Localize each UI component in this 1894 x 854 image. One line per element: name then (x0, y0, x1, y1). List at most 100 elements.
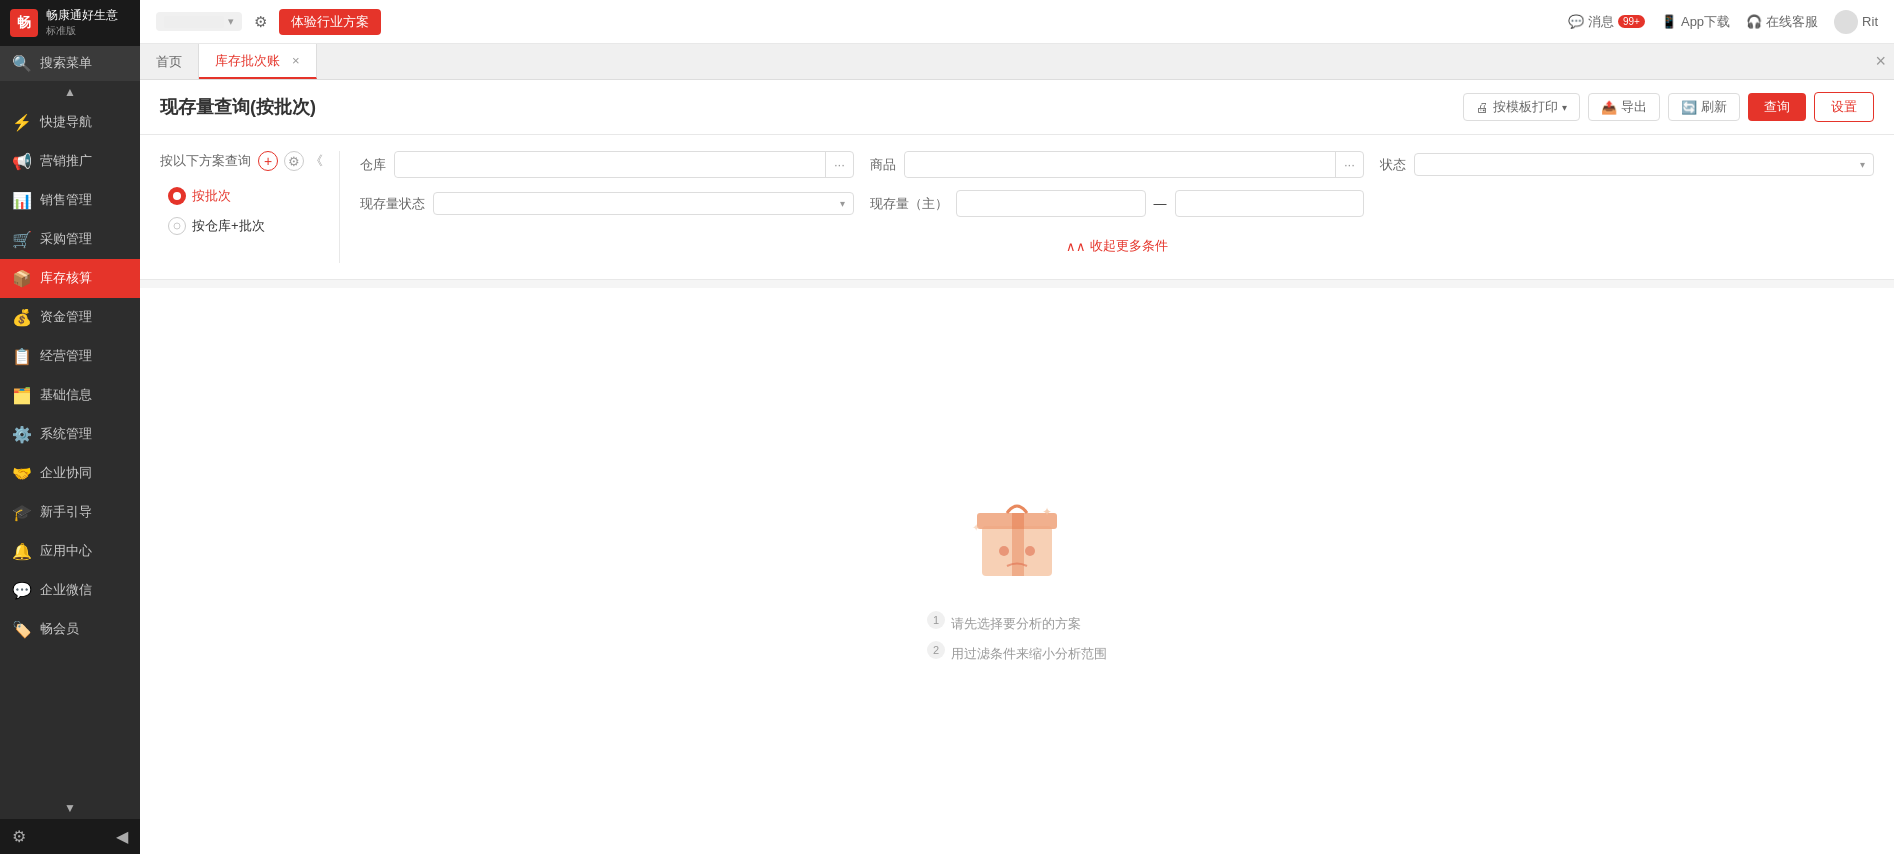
appstore-icon: 🔔 (12, 542, 32, 561)
sidebar-item-sales[interactable]: 📊 销售管理 (0, 181, 140, 220)
scheme-warehouse-batch-icon (168, 217, 186, 235)
online-service-label: 在线客服 (1766, 13, 1818, 31)
download-icon: 📱 (1661, 14, 1677, 29)
sidebar-settings-icon[interactable]: ⚙ (12, 827, 26, 846)
sidebar-scroll-down[interactable]: ▼ (0, 797, 140, 819)
sidebar-item-label: 销售管理 (40, 191, 92, 209)
status-select[interactable]: ▾ (1414, 153, 1874, 176)
scheme-settings-button[interactable]: ⚙ (284, 151, 304, 171)
refresh-button[interactable]: 🔄 刷新 (1668, 93, 1740, 121)
stock-status-label: 现存量状态 (360, 195, 425, 213)
svg-rect-5 (1012, 529, 1024, 576)
sidebar-item-quick[interactable]: ⚡ 快捷导航 (0, 103, 140, 142)
chevron-up-icon: ∧∧ (1066, 239, 1086, 254)
finance-icon: 💰 (12, 308, 32, 327)
topbar-left: ▾ ⚙ 体验行业方案 (156, 9, 381, 35)
stock-quantity-min[interactable] (956, 190, 1146, 217)
collapse-label: 收起更多条件 (1090, 237, 1168, 255)
filter-scheme-title: 按以下方案查询 + ⚙ 《 (160, 151, 323, 171)
breadcrumb-dropdown-icon[interactable]: ▾ (228, 15, 234, 28)
scheme-batch-icon (168, 187, 186, 205)
sidebar-item-wechat[interactable]: 💬 企业微信 (0, 571, 140, 610)
experience-button[interactable]: 体验行业方案 (279, 9, 381, 35)
add-scheme-button[interactable]: + (258, 151, 278, 171)
scheme-batch-label: 按批次 (192, 187, 231, 205)
sidebar-collapse-icon[interactable]: ◀ (116, 827, 128, 846)
topbar-settings-icon[interactable]: ⚙ (254, 13, 267, 31)
print-button[interactable]: 🖨 按模板打印 ▾ (1463, 93, 1580, 121)
page-close-button[interactable]: × (1875, 51, 1886, 72)
sidebar-item-enterprise[interactable]: 🤝 企业协同 (0, 454, 140, 493)
stock-status-arrow: ▾ (840, 198, 845, 209)
tip-num-1: 1 (927, 611, 945, 629)
message-button[interactable]: 💬 消息 99+ (1568, 13, 1645, 31)
goods-input[interactable] (905, 152, 1335, 177)
sidebar-item-operation[interactable]: 📋 经营管理 (0, 337, 140, 376)
sidebar-item-label: 营销推广 (40, 152, 92, 170)
warehouse-input[interactable] (395, 152, 825, 177)
app-subtitle: 标准版 (46, 24, 118, 38)
goods-input-wrapper: ··· (904, 151, 1364, 178)
sidebar-item-inventory[interactable]: 📦 库存核算 (0, 259, 140, 298)
operation-icon: 📋 (12, 347, 32, 366)
sidebar-item-basic[interactable]: 🗂️ 基础信息 (0, 376, 140, 415)
user-name: Rit (1862, 14, 1878, 29)
collapse-button[interactable]: ∧∧ 收起更多条件 (360, 229, 1874, 263)
filter-row-2: 现存量状态 ▾ 现存量（主） — (360, 190, 1874, 217)
member-icon: 🏷️ (12, 620, 32, 639)
query-button[interactable]: 查询 (1748, 93, 1806, 121)
status-label: 状态 (1380, 156, 1406, 174)
scheme-option-batch[interactable]: 按批次 (160, 181, 323, 211)
svg-point-1 (174, 223, 180, 229)
warehouse-input-wrapper: ··· (394, 151, 854, 178)
user-avatar-area[interactable]: Rit (1834, 10, 1878, 34)
sidebar-item-label: 畅会员 (40, 620, 79, 638)
sidebar-search[interactable]: 🔍 搜索菜单 (0, 46, 140, 81)
sidebar-item-label: 快捷导航 (40, 113, 92, 131)
sidebar-item-member[interactable]: 🏷️ 畅会员 (0, 610, 140, 649)
sidebar-item-label: 企业微信 (40, 581, 92, 599)
svg-point-6 (999, 546, 1009, 556)
sidebar-item-label: 资金管理 (40, 308, 92, 326)
topbar: ▾ ⚙ 体验行业方案 💬 消息 99+ 📱 App下载 🎧 在线客服 Rit (140, 0, 1894, 44)
settings-button[interactable]: 设置 (1814, 92, 1874, 122)
sidebar-item-label: 经营管理 (40, 347, 92, 365)
main-area: ▾ ⚙ 体验行业方案 💬 消息 99+ 📱 App下载 🎧 在线客服 Rit (140, 0, 1894, 854)
tab-home[interactable]: 首页 (140, 44, 199, 79)
topbar-breadcrumb-area[interactable]: ▾ (156, 12, 242, 31)
sidebar-item-label: 基础信息 (40, 386, 92, 404)
filter-scheme-actions: + ⚙ 《 (258, 151, 323, 171)
tab-close-button[interactable]: × (292, 53, 300, 68)
print-icon: 🖨 (1476, 100, 1489, 115)
stock-quantity-max[interactable] (1175, 190, 1365, 217)
sidebar-item-finance[interactable]: 💰 资金管理 (0, 298, 140, 337)
sidebar-item-label: 新手引导 (40, 503, 92, 521)
app-download-button[interactable]: 📱 App下载 (1661, 13, 1730, 31)
filter-scheme-sidebar: 按以下方案查询 + ⚙ 《 按批次 (160, 151, 340, 263)
sidebar-nav: ⚡ 快捷导航 📢 营销推广 📊 销售管理 🛒 采购管理 📦 库存核算 💰 资金管… (0, 103, 140, 797)
goods-label: 商品 (870, 156, 896, 174)
empty-illustration: ✦ ✦ (957, 471, 1077, 591)
sidebar-scroll-up[interactable]: ▲ (0, 81, 140, 103)
stock-status-field: 现存量状态 ▾ (360, 192, 854, 215)
refresh-icon: 🔄 (1681, 100, 1697, 115)
sidebar-header: 畅 畅康通好生意 标准版 (0, 0, 140, 46)
warehouse-more-btn[interactable]: ··· (825, 152, 853, 177)
range-separator: — (1154, 196, 1167, 211)
goods-field: 商品 ··· (870, 151, 1364, 178)
sidebar-item-marketing[interactable]: 📢 营销推广 (0, 142, 140, 181)
sidebar-item-newbie[interactable]: 🎓 新手引导 (0, 493, 140, 532)
sidebar-item-system[interactable]: ⚙️ 系统管理 (0, 415, 140, 454)
scheme-option-warehouse-batch[interactable]: 按仓库+批次 (160, 211, 323, 241)
stock-status-select[interactable]: ▾ (433, 192, 854, 215)
sidebar-item-appstore[interactable]: 🔔 应用中心 (0, 532, 140, 571)
goods-more-btn[interactable]: ··· (1335, 152, 1363, 177)
scheme-collapse-button[interactable]: 《 (310, 151, 323, 171)
scheme-warehouse-batch-label: 按仓库+批次 (192, 217, 265, 235)
online-service-button[interactable]: 🎧 在线客服 (1746, 13, 1818, 31)
tab-batch[interactable]: 库存批次账 × (199, 44, 317, 79)
export-button[interactable]: 📤 导出 (1588, 93, 1660, 121)
tab-close-area: × (1875, 51, 1894, 72)
sidebar-item-purchase[interactable]: 🛒 采购管理 (0, 220, 140, 259)
empty-tips-list: 1 请先选择要分析的方案 2 用过滤条件来缩小分析范围 (927, 611, 1107, 671)
